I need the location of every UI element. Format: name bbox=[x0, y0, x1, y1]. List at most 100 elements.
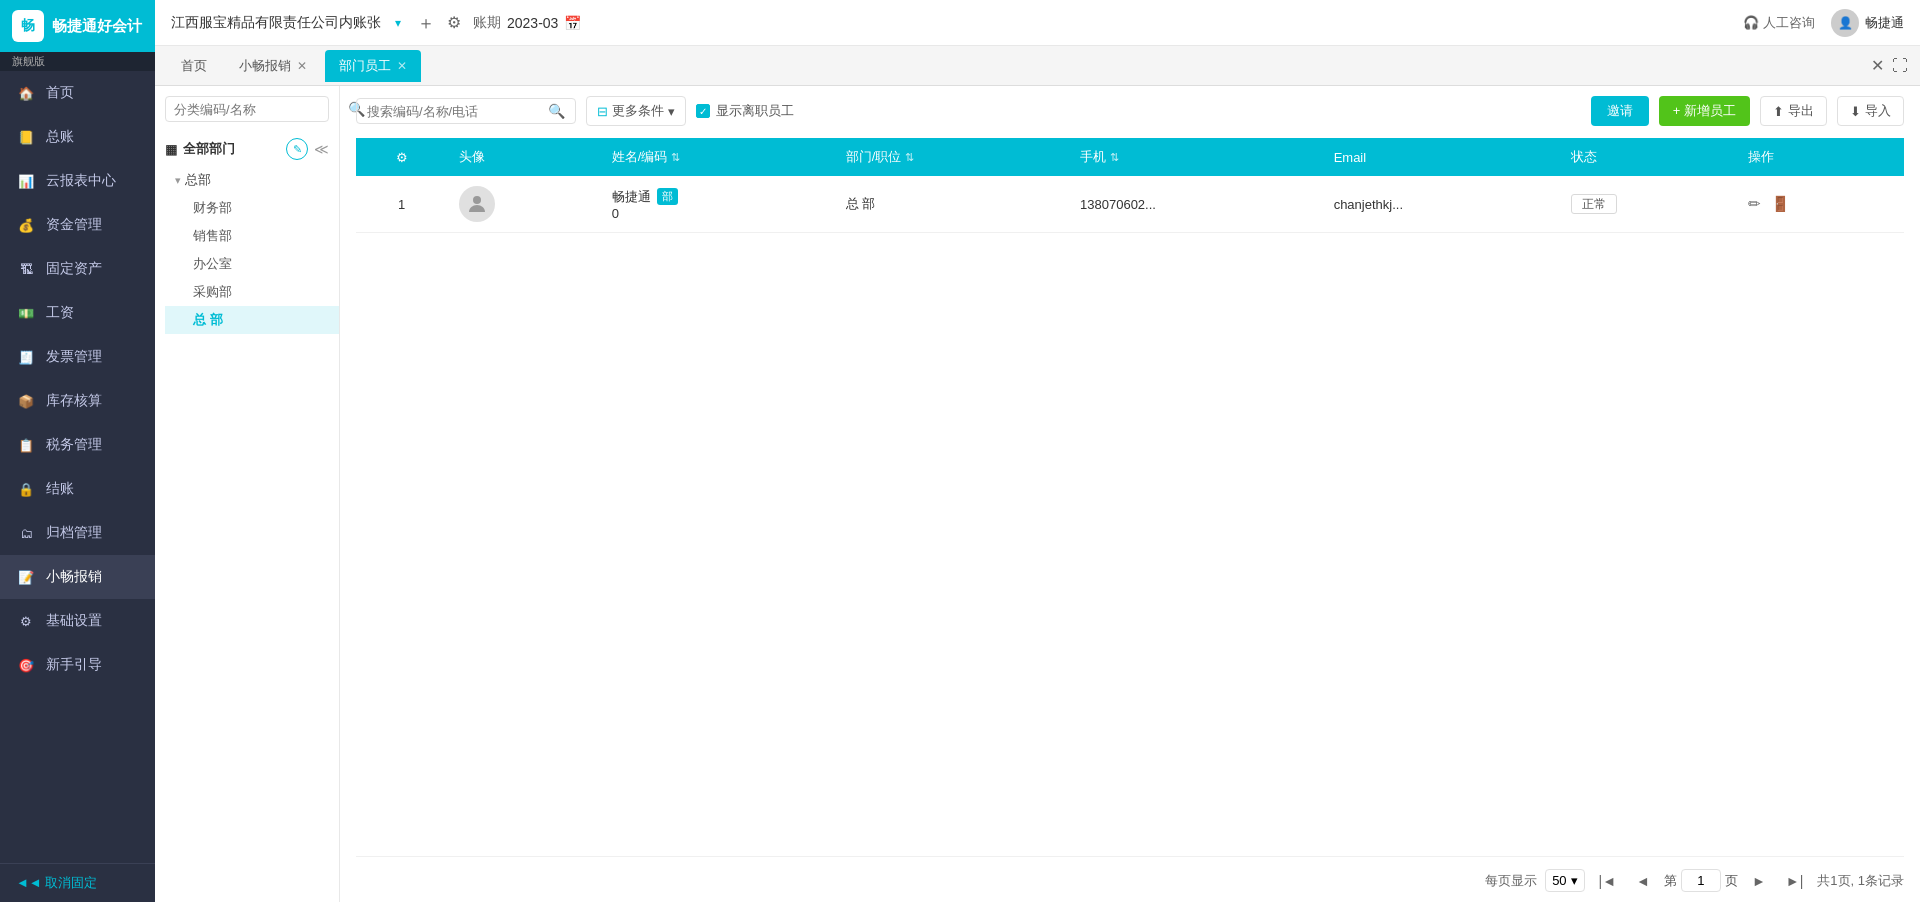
edit-button[interactable]: ✏ bbox=[1748, 195, 1761, 213]
name-badge: 畅捷通 部 bbox=[612, 188, 822, 206]
ledger-icon: 📒 bbox=[16, 127, 36, 147]
dept-child-sales-label: 销售部 bbox=[193, 228, 232, 243]
row-email: chanjethkj... bbox=[1322, 176, 1559, 233]
col-phone[interactable]: 手机 ⇅ bbox=[1068, 138, 1322, 176]
period-label: 账期 bbox=[473, 14, 501, 32]
more-filter-button[interactable]: ⊟ 更多条件 ▾ bbox=[586, 96, 686, 126]
all-dept-header[interactable]: ▦ 全部部门 ✎ ≪ bbox=[155, 132, 339, 166]
sidebar-item-archive[interactable]: 🗂 归档管理 bbox=[0, 511, 155, 555]
sidebar-item-guide[interactable]: 🎯 新手引导 bbox=[0, 643, 155, 687]
show-former-checkbox[interactable] bbox=[696, 104, 710, 118]
employee-search-input[interactable] bbox=[367, 104, 542, 119]
invite-button[interactable]: 邀请 bbox=[1591, 96, 1649, 126]
employee-search-box[interactable]: 🔍 bbox=[356, 98, 576, 124]
avatar-circle bbox=[459, 186, 495, 222]
add-employee-button[interactable]: + 新增员工 bbox=[1659, 96, 1750, 126]
dept-child-purchase[interactable]: 采购部 bbox=[165, 278, 339, 306]
add-company-button[interactable]: ＋ bbox=[417, 11, 435, 35]
per-page-select[interactable]: 50 ▾ bbox=[1545, 869, 1584, 892]
col-name[interactable]: 姓名/编码 ⇅ bbox=[600, 138, 834, 176]
tab-dept[interactable]: 部门员工 ✕ bbox=[325, 50, 421, 82]
status-badge: 正常 bbox=[1571, 194, 1617, 214]
col-dept[interactable]: 部门/职位 ⇅ bbox=[834, 138, 1068, 176]
export-button[interactable]: ⬆ 导出 bbox=[1760, 96, 1827, 126]
xiaochang-icon: 📝 bbox=[16, 567, 36, 587]
dept-child-general[interactable]: 总 部 bbox=[165, 306, 339, 334]
page-input[interactable] bbox=[1681, 869, 1721, 892]
avatar-svg bbox=[465, 192, 489, 216]
employee-search-icon[interactable]: 🔍 bbox=[548, 103, 565, 119]
period-value[interactable]: 2023-03 bbox=[507, 15, 558, 31]
dept-child-office[interactable]: 办公室 bbox=[165, 250, 339, 278]
sidebar-item-home[interactable]: 🏠 首页 bbox=[0, 71, 155, 115]
sidebar-item-funds[interactable]: 💰 资金管理 bbox=[0, 203, 155, 247]
tab-xiaochang[interactable]: 小畅报销 ✕ bbox=[225, 50, 321, 82]
dept-child-purchase-label: 采购部 bbox=[193, 284, 232, 299]
grid-icon: ▦ bbox=[165, 142, 177, 157]
sidebar-item-invoice[interactable]: 🧾 发票管理 bbox=[0, 335, 155, 379]
logo[interactable]: 畅 畅捷通好会计 bbox=[0, 0, 155, 52]
sidebar-item-assets[interactable]: 🏗 固定资产 bbox=[0, 247, 155, 291]
avatar: 👤 bbox=[1831, 9, 1859, 37]
row-num: 1 bbox=[356, 176, 447, 233]
logo-icon: 畅 bbox=[12, 10, 44, 42]
tab-dept-label: 部门员工 bbox=[339, 57, 391, 75]
expand-tabs-button[interactable]: ⛶ bbox=[1892, 56, 1908, 75]
import-button[interactable]: ⬇ 导入 bbox=[1837, 96, 1904, 126]
dept-search-box[interactable]: 🔍 bbox=[165, 96, 329, 122]
more-filter-label: 更多条件 bbox=[612, 102, 664, 120]
show-former-toggle[interactable]: 显示离职员工 bbox=[696, 102, 794, 120]
company-dropdown-icon[interactable]: ▾ bbox=[395, 16, 401, 30]
page-last-button[interactable]: ►| bbox=[1780, 871, 1810, 891]
settings-icon[interactable]: ⚙ bbox=[447, 13, 461, 32]
collapse-panel-icon[interactable]: ≪ bbox=[314, 141, 329, 157]
sidebar-item-close[interactable]: 🔒 结账 bbox=[0, 467, 155, 511]
tab-xiaochang-close[interactable]: ✕ bbox=[297, 59, 307, 73]
sidebar-item-salary[interactable]: 💵 工资 bbox=[0, 291, 155, 335]
tab-home[interactable]: 首页 bbox=[167, 50, 221, 82]
dept-child-general-label: 总 部 bbox=[193, 312, 223, 327]
col-settings[interactable]: ⚙ bbox=[356, 138, 447, 176]
per-page-label: 每页显示 bbox=[1485, 872, 1537, 890]
pin-button[interactable]: ◄◄ 取消固定 bbox=[0, 863, 155, 902]
sidebar-item-reports[interactable]: 📊 云报表中心 bbox=[0, 159, 155, 203]
show-former-label: 显示离职员工 bbox=[716, 102, 794, 120]
dept-parent-label: 总部 bbox=[185, 171, 211, 189]
dept-parent-zongbu[interactable]: 总部 bbox=[165, 166, 339, 194]
page-unit: 页 bbox=[1725, 872, 1738, 890]
pagination-bar: 每页显示 50 ▾ |◄ ◄ 第 页 ► ►| 共1页, 1条记录 bbox=[356, 856, 1904, 892]
sidebar-label-tax: 税务管理 bbox=[46, 436, 102, 454]
sidebar: 畅 畅捷通好会计 旗舰版 🏠 首页 📒 总账 📊 云报表中心 💰 资金管理 🏗 … bbox=[0, 0, 155, 902]
all-dept-label-wrap: ▦ 全部部门 bbox=[165, 140, 235, 158]
sort-name-icon: ⇅ bbox=[671, 151, 680, 163]
col-action: 操作 bbox=[1736, 138, 1904, 176]
sidebar-item-basic[interactable]: ⚙ 基础设置 bbox=[0, 599, 155, 643]
page-first-button[interactable]: |◄ bbox=[1593, 871, 1623, 891]
sidebar-nav: 🏠 首页 📒 总账 📊 云报表中心 💰 资金管理 🏗 固定资产 💵 工资 🧾 发… bbox=[0, 71, 155, 863]
user-menu[interactable]: 👤 畅捷通 bbox=[1831, 9, 1904, 37]
page-prev-button[interactable]: ◄ bbox=[1630, 871, 1656, 891]
add-dept-button[interactable]: ✎ bbox=[286, 138, 308, 160]
page-total: 共1页, 1条记录 bbox=[1817, 872, 1904, 890]
dept-search-input[interactable] bbox=[174, 102, 342, 117]
dept-child-sales[interactable]: 销售部 bbox=[165, 222, 339, 250]
sidebar-label-archive: 归档管理 bbox=[46, 524, 102, 542]
dept-child-finance[interactable]: 财务部 bbox=[165, 194, 339, 222]
sidebar-item-ledger[interactable]: 📒 总账 bbox=[0, 115, 155, 159]
sidebar-item-inventory[interactable]: 📦 库存核算 bbox=[0, 379, 155, 423]
calendar-icon[interactable]: 📅 bbox=[564, 15, 581, 31]
page-next-button[interactable]: ► bbox=[1746, 871, 1772, 891]
sidebar-item-xiaochang[interactable]: 📝 小畅报销 bbox=[0, 555, 155, 599]
content-area: 🔍 ▦ 全部部门 ✎ ≪ 总部 财务部 bbox=[155, 86, 1920, 902]
tab-dept-close[interactable]: ✕ bbox=[397, 59, 407, 73]
close-period-icon: 🔒 bbox=[16, 479, 36, 499]
tab-home-label: 首页 bbox=[181, 57, 207, 75]
close-all-tabs-button[interactable]: ✕ bbox=[1871, 56, 1884, 75]
inventory-icon: 📦 bbox=[16, 391, 36, 411]
sidebar-label-inventory: 库存核算 bbox=[46, 392, 102, 410]
service-button[interactable]: 🎧 人工咨询 bbox=[1743, 14, 1815, 32]
company-name[interactable]: 江西服宝精品有限责任公司内账张 bbox=[171, 14, 381, 32]
logout-button[interactable]: 🚪 bbox=[1771, 195, 1790, 213]
sidebar-item-tax[interactable]: 📋 税务管理 bbox=[0, 423, 155, 467]
row-action: ✏ 🚪 bbox=[1736, 176, 1904, 233]
